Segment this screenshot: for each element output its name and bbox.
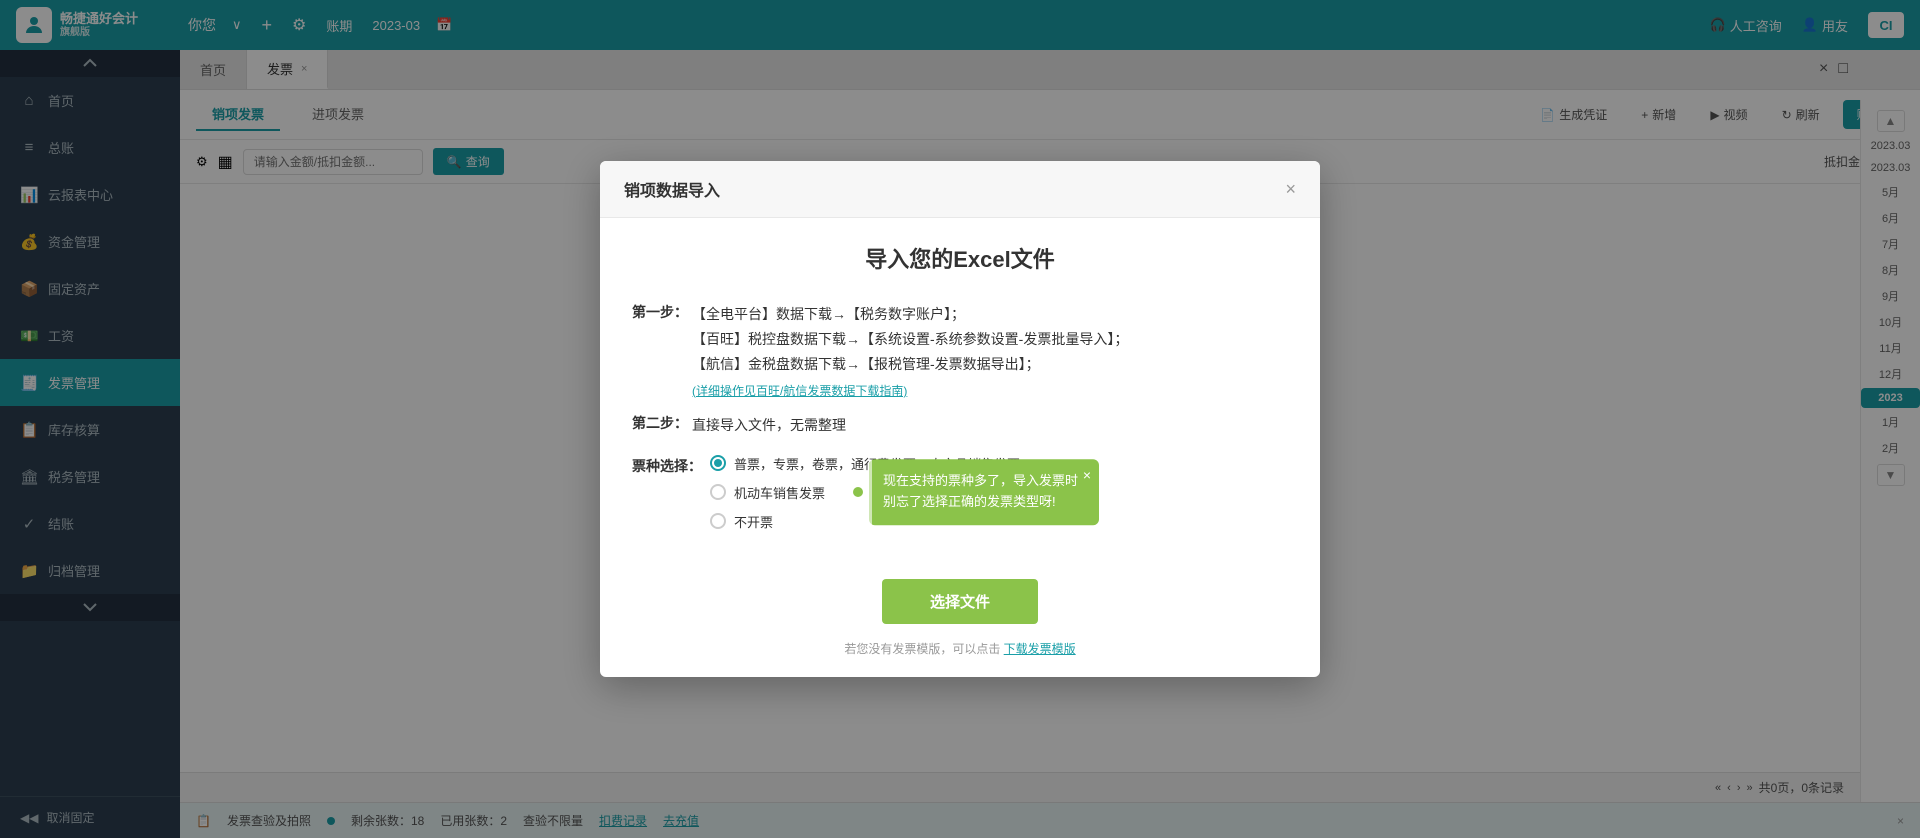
dialog-header: 销项数据导入 × (600, 161, 1320, 218)
tooltip-bar (869, 460, 872, 526)
radio-dot-normal (714, 459, 722, 467)
ticket-option-motor[interactable]: 机动车销售发票 × 现在支持的票种多了，导入发票时别忘了选择正确的发票类型呀! (710, 483, 1020, 502)
radio-circle-normal (710, 455, 726, 471)
ticket-option-label: 机动车销售发票 (734, 483, 825, 502)
step1-row: 第一步： 【全电平台】数据下载→【税务数字账户】； 【百旺】税控盘数据下载→【系… (632, 302, 1288, 403)
tooltip-text: 现在支持的票种多了，导入发票时别忘了选择正确的发票类型呀! (883, 474, 1078, 510)
import-dialog: 销项数据导入 × 导入您的Excel文件 第一步： 【全电平台】数据下载→【税务… (600, 161, 1320, 677)
step2-text: 直接导入文件，无需整理 (692, 413, 846, 438)
tooltip-dot-indicator (853, 487, 863, 497)
step1-guide-link[interactable]: (详细操作见百旺/航信发票数据下载指南) (692, 384, 907, 398)
dialog-title: 销项数据导入 (624, 177, 720, 201)
download-template-link[interactable]: 下载发票模版 (1004, 642, 1076, 656)
radio-circle-no-invoice (710, 513, 726, 529)
tooltip-close-icon[interactable]: × (1083, 465, 1091, 487)
radio-circle-motor (710, 484, 726, 500)
select-file-button[interactable]: 选择文件 (882, 579, 1038, 624)
ticket-options: 普票，专票，卷票，通行费发票，农产品销售发票 机动车销售发票 × 现在支持 (710, 454, 1020, 531)
step1-label: 第一步： (632, 302, 692, 403)
step1-content: 【全电平台】数据下载→【税务数字账户】； 【百旺】税控盘数据下载→【系统设置-系… (692, 302, 1128, 403)
ticket-option-label: 不开票 (734, 512, 773, 531)
tooltip-anchor: × 现在支持的票种多了，导入发票时别忘了选择正确的发票类型呀! (833, 487, 863, 497)
step2-row: 第二步： 直接导入文件，无需整理 (632, 413, 1288, 438)
dialog-close-button[interactable]: × (1285, 179, 1296, 200)
step2-label: 第二步： (632, 413, 692, 438)
footer-hint: 若您没有发票模版，可以点击 下载发票模版 (624, 640, 1296, 657)
step1-line3: 【航信】金税盘数据下载→【报税管理-发票数据导出】； (692, 352, 1128, 377)
dialog-footer: 选择文件 若您没有发票模版，可以点击 下载发票模版 (600, 563, 1320, 677)
dialog-big-title: 导入您的Excel文件 (632, 242, 1288, 274)
step1-line1: 【全电平台】数据下载→【税务数字账户】； (692, 302, 1128, 327)
dialog-body: 导入您的Excel文件 第一步： 【全电平台】数据下载→【税务数字账户】； 【百… (600, 218, 1320, 563)
dialog-overlay: 销项数据导入 × 导入您的Excel文件 第一步： 【全电平台】数据下载→【税务… (0, 0, 1920, 838)
tooltip-bubble: × 现在支持的票种多了，导入发票时别忘了选择正确的发票类型呀! (869, 460, 1099, 526)
ticket-select-section: 票种选择： 普票，专票，卷票，通行费发票，农产品销售发票 机动车销售发票 (632, 454, 1288, 531)
ticket-select-label: 票种选择： (632, 454, 702, 476)
step1-line2: 【百旺】税控盘数据下载→【系统设置-系统参数设置-发票批量导入】； (692, 327, 1128, 352)
